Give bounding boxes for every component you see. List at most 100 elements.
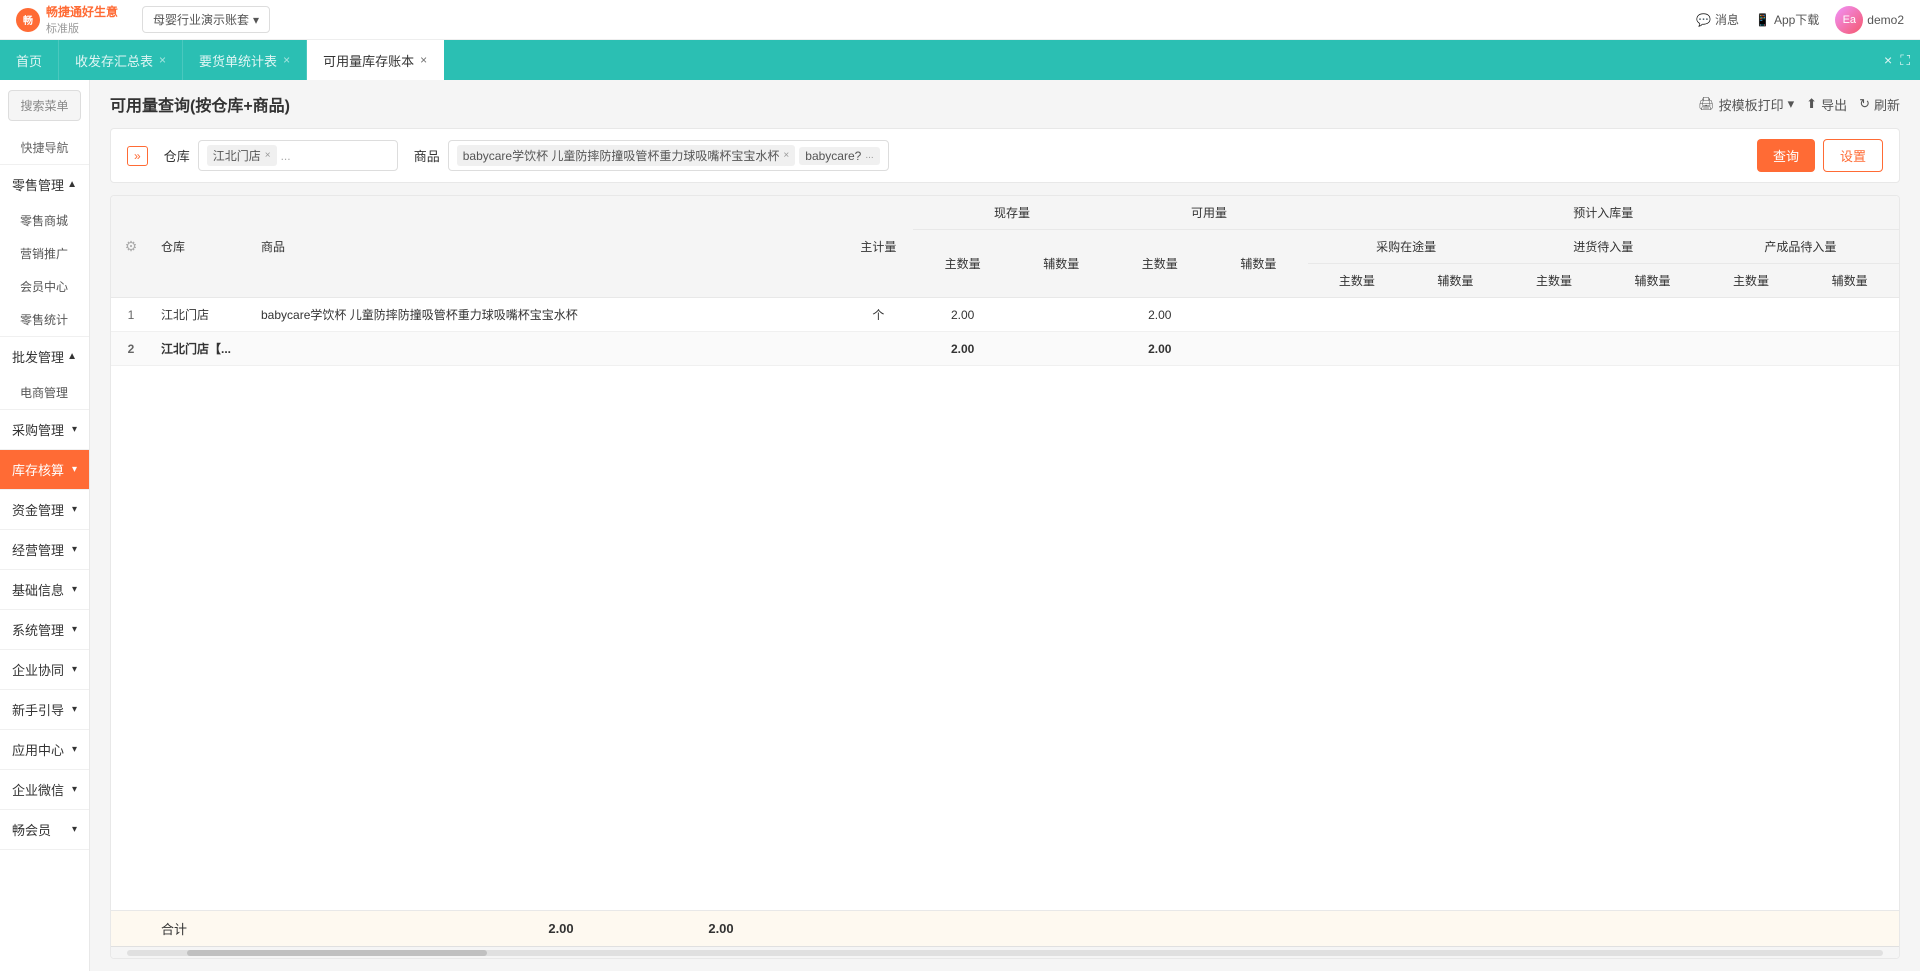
sidebar-retail-header[interactable]: 零售管理 ▲ bbox=[0, 165, 89, 204]
quick-nav-btn[interactable]: 快捷导航 bbox=[0, 131, 89, 165]
sidebar-wxwork-header[interactable]: 企业微信 ▾ bbox=[0, 770, 89, 809]
sidebar-basic-header[interactable]: 基础信息 ▾ bbox=[0, 570, 89, 609]
avatar: Ea bbox=[1835, 6, 1863, 34]
filter-actions: 查询 设置 bbox=[1757, 139, 1883, 172]
sidebar-retail-label: 零售管理 bbox=[12, 175, 64, 194]
product-tag2-close-icon[interactable]: ... bbox=[865, 150, 873, 161]
export-label: 导出 bbox=[1821, 95, 1847, 114]
refresh-label: 刷新 bbox=[1874, 95, 1900, 114]
chevron-guide-icon: ▾ bbox=[72, 704, 77, 715]
footer-avail-main: 2.00 bbox=[681, 921, 761, 936]
export-btn[interactable]: ⬆ 导出 bbox=[1806, 95, 1847, 114]
warehouse-tag-close-icon[interactable]: × bbox=[265, 150, 271, 161]
sidebar-inventory-header[interactable]: 库存核算 ▾ bbox=[0, 450, 89, 489]
tab-receipt-summary[interactable]: 收发存汇总表 × bbox=[59, 40, 183, 80]
sidebar-section-ops: 经营管理 ▾ bbox=[0, 530, 89, 570]
close-available-tab-icon[interactable]: × bbox=[420, 53, 427, 67]
message-btn[interactable]: 💬 消息 bbox=[1696, 11, 1739, 28]
product-tag-babycare2: babycare? ... bbox=[799, 147, 879, 165]
column-settings-icon[interactable]: ⚙ bbox=[125, 238, 138, 254]
product-tag-close-icon[interactable]: × bbox=[783, 150, 789, 161]
refresh-btn[interactable]: ↻ 刷新 bbox=[1859, 95, 1900, 114]
sidebar-wholesale-header[interactable]: 批发管理 ▲ bbox=[0, 337, 89, 376]
th-forecast-group: 预计入库量 bbox=[1308, 196, 1899, 230]
warehouse-filter-input[interactable]: 江北门店 × ... bbox=[198, 140, 398, 171]
tab-home[interactable]: 首页 bbox=[0, 40, 59, 80]
table-area: ⚙ 仓库 商品 主计量 现存量 可用量 预计入库量 主数量 辅数量 主数量 辅数… bbox=[110, 195, 1900, 959]
filter-expand-btn[interactable]: » bbox=[127, 146, 148, 166]
row-2-stock-main: 2.00 bbox=[913, 332, 1012, 366]
sidebar-section-finance: 资金管理 ▾ bbox=[0, 490, 89, 530]
settings-button[interactable]: 设置 bbox=[1823, 139, 1883, 172]
chevron-basic-icon: ▾ bbox=[72, 584, 77, 595]
page-title: 可用量查询(按仓库+商品) bbox=[110, 92, 290, 116]
template-print-btn[interactable]: 🖨 按模板打印 ▾ bbox=[1698, 95, 1794, 114]
nav-spacer bbox=[444, 40, 1874, 80]
sidebar-finance-label: 资金管理 bbox=[12, 500, 64, 519]
sidebar-search: 搜索菜单 bbox=[0, 80, 89, 131]
row-2-incoming-aux bbox=[1603, 332, 1702, 366]
sidebar-system-header[interactable]: 系统管理 ▾ bbox=[0, 610, 89, 649]
close-all-tabs-icon[interactable]: × bbox=[1884, 52, 1892, 68]
th-product-main: 主数量 bbox=[1702, 264, 1801, 298]
sidebar-changhui-header[interactable]: 畅会员 ▾ bbox=[0, 810, 89, 849]
sidebar-purchase-header[interactable]: 采购管理 ▾ bbox=[0, 410, 89, 449]
user-info[interactable]: Ea demo2 bbox=[1835, 6, 1904, 34]
th-avail-aux: 辅数量 bbox=[1209, 230, 1308, 298]
table-row: 2 江北门店【... 2.00 2.00 bbox=[111, 332, 1899, 366]
sidebar-finance-header[interactable]: 资金管理 ▾ bbox=[0, 490, 89, 529]
sidebar-apps-header[interactable]: 应用中心 ▾ bbox=[0, 730, 89, 769]
sidebar-section-retail: 零售管理 ▲ 零售商城 营销推广 会员中心 零售统计 bbox=[0, 165, 89, 337]
tab-order-stats[interactable]: 要货单统计表 × bbox=[183, 40, 307, 80]
th-avail-main: 主数量 bbox=[1111, 230, 1210, 298]
sidebar-item-mall[interactable]: 零售商城 bbox=[0, 204, 89, 237]
close-receipt-tab-icon[interactable]: × bbox=[159, 53, 166, 67]
nav-controls: × ⛶ bbox=[1874, 40, 1920, 80]
main-layout: 搜索菜单 快捷导航 零售管理 ▲ 零售商城 营销推广 会员中心 零售统计 批发管… bbox=[0, 80, 1920, 971]
product-filter-input[interactable]: babycare学饮杯 儿童防摔防撞吸管杯重力球吸嘴杯宝宝水杯 × babyca… bbox=[448, 140, 889, 171]
sidebar-guide-header[interactable]: 新手引导 ▾ bbox=[0, 690, 89, 729]
horizontal-scrollbar[interactable] bbox=[111, 946, 1899, 958]
row-2-warehouse: 江北门店【... bbox=[151, 332, 251, 366]
chevron-wxwork-icon: ▾ bbox=[72, 784, 77, 795]
row-2-no: 2 bbox=[111, 332, 151, 366]
warehouse-more-icon[interactable]: ... bbox=[281, 149, 291, 163]
tab-order-stats-label: 要货单统计表 bbox=[199, 51, 277, 70]
sidebar-section-enterprise: 企业协同 ▾ bbox=[0, 650, 89, 690]
sidebar-system-label: 系统管理 bbox=[12, 620, 64, 639]
row-1-purchase-aux bbox=[1406, 298, 1505, 332]
row-1-purchase-main bbox=[1308, 298, 1407, 332]
query-button[interactable]: 查询 bbox=[1757, 139, 1815, 172]
th-warehouse: 仓库 bbox=[151, 196, 251, 298]
th-product: 商品 bbox=[251, 196, 843, 298]
th-incoming-aux: 辅数量 bbox=[1603, 264, 1702, 298]
sidebar-enterprise-label: 企业协同 bbox=[12, 660, 64, 679]
scrollbar-thumb[interactable] bbox=[187, 950, 487, 956]
tab-home-label: 首页 bbox=[16, 51, 42, 70]
th-incoming-main: 主数量 bbox=[1505, 264, 1604, 298]
tab-available-stock[interactable]: 可用量库存账本 × bbox=[307, 40, 444, 80]
row-2-stock-aux bbox=[1012, 332, 1111, 366]
sidebar-item-ecommerce[interactable]: 电商管理 bbox=[0, 376, 89, 409]
th-stock-aux: 辅数量 bbox=[1012, 230, 1111, 298]
row-2-avail-main: 2.00 bbox=[1111, 332, 1210, 366]
top-bar: 畅 畅捷通好生意 标准版 母婴行业演示账套 ▾ 💬 消息 📱 App下载 Ea … bbox=[0, 0, 1920, 40]
expand-window-icon[interactable]: ⛶ bbox=[1900, 52, 1910, 69]
close-order-tab-icon[interactable]: × bbox=[283, 53, 290, 67]
logo-icon: 畅 bbox=[16, 8, 40, 32]
product-tag-label: babycare学饮杯 儿童防摔防撞吸管杯重力球吸嘴杯宝宝水杯 bbox=[463, 147, 780, 164]
sidebar-section-wxwork: 企业微信 ▾ bbox=[0, 770, 89, 810]
row-1-stock-aux bbox=[1012, 298, 1111, 332]
sidebar-enterprise-header[interactable]: 企业协同 ▾ bbox=[0, 650, 89, 689]
chevron-down-wholesale-icon: ▲ bbox=[67, 351, 77, 362]
app-download-btn[interactable]: 📱 App下载 bbox=[1755, 11, 1819, 28]
sidebar-ops-header[interactable]: 经营管理 ▾ bbox=[0, 530, 89, 569]
sidebar-item-member[interactable]: 会员中心 bbox=[0, 270, 89, 303]
sidebar-item-retail-stats[interactable]: 零售统计 bbox=[0, 303, 89, 336]
message-icon: 💬 bbox=[1696, 13, 1711, 27]
row-1-warehouse: 江北门店 bbox=[151, 298, 251, 332]
industry-selector[interactable]: 母婴行业演示账套 ▾ bbox=[142, 6, 270, 33]
search-menu-btn[interactable]: 搜索菜单 bbox=[8, 90, 81, 121]
th-available-group: 可用量 bbox=[1111, 196, 1308, 230]
sidebar-item-marketing[interactable]: 营销推广 bbox=[0, 237, 89, 270]
